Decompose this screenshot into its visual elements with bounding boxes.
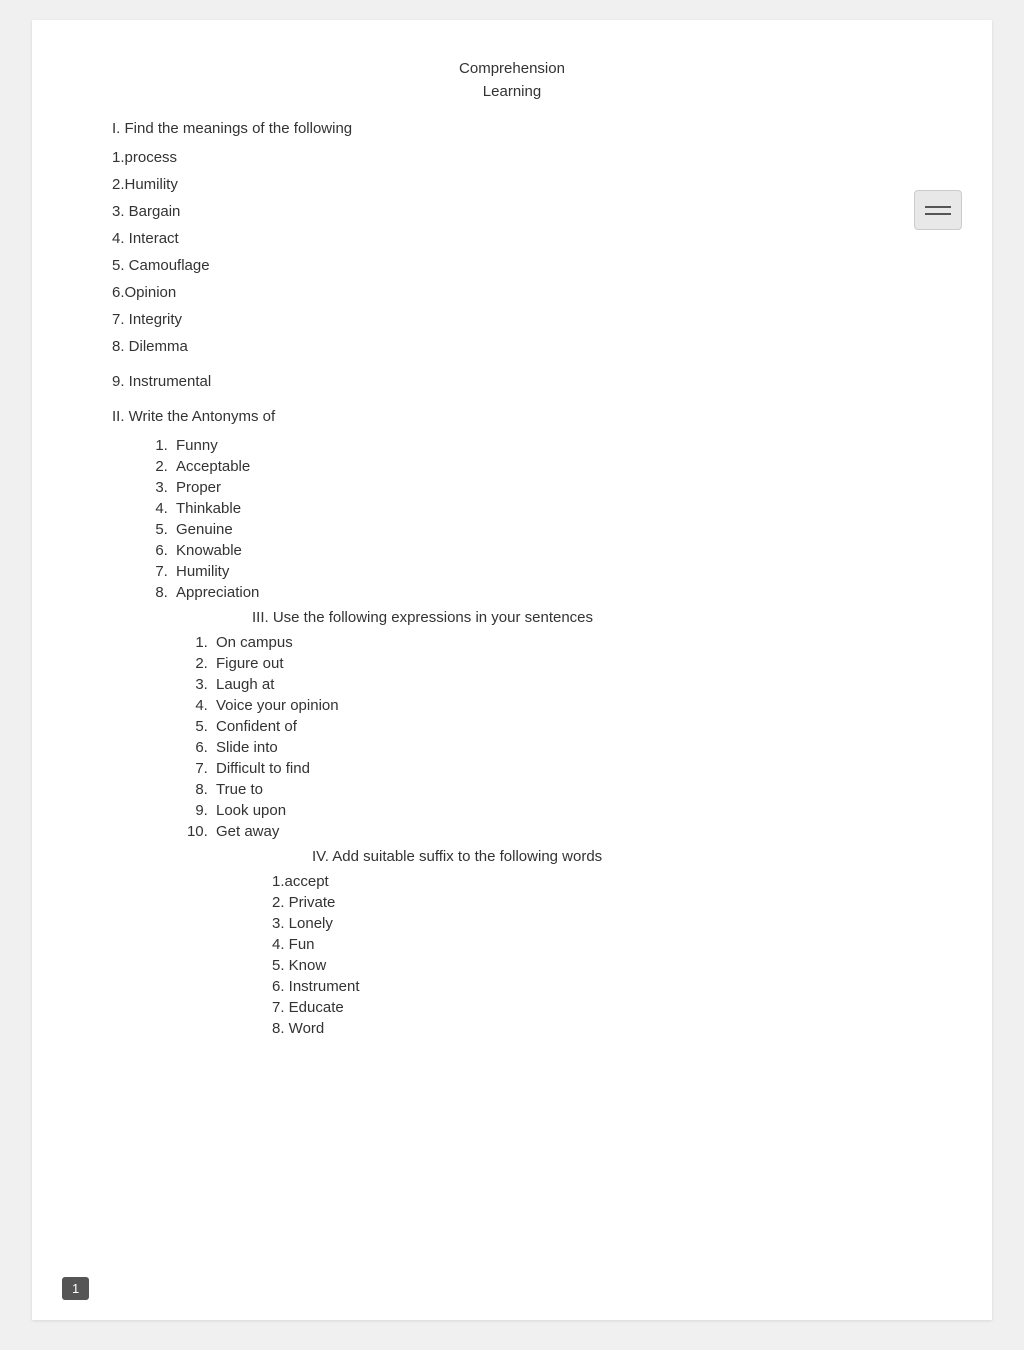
list-item: Acceptable <box>172 458 912 475</box>
antonyms-list: Funny Acceptable Proper Thinkable Genuin… <box>112 437 912 601</box>
list-item: Slide into <box>212 739 912 756</box>
list-item: 7. Integrity <box>112 311 912 328</box>
list-item: 8. Word <box>272 1020 912 1037</box>
section3-heading: III. Use the following expressions in yo… <box>112 609 912 626</box>
list-item: Funny <box>172 437 912 454</box>
list-item: Voice your opinion <box>212 697 912 714</box>
list-item: 8. Dilemma <box>112 338 912 355</box>
list-item: 1.process <box>112 149 912 166</box>
list-item: Confident of <box>212 718 912 735</box>
section1-heading: I. Find the meanings of the following <box>112 120 912 137</box>
list-item: Thinkable <box>172 500 912 517</box>
list-item: Genuine <box>172 521 912 538</box>
menu-icon[interactable] <box>914 190 962 230</box>
list-item: Appreciation <box>172 584 912 601</box>
expressions-list: On campus Figure out Laugh at Voice your… <box>112 634 912 840</box>
list-item: 3. Bargain <box>112 203 912 220</box>
list-item: Humility <box>172 563 912 580</box>
list-item: 2.Humility <box>112 176 912 193</box>
menu-line-1 <box>925 206 951 208</box>
list-item: 5. Know <box>272 957 912 974</box>
list-item: Look upon <box>212 802 912 819</box>
page-title: Comprehension <box>112 60 912 77</box>
list-item: Get away <box>212 823 912 840</box>
list-item: 9. Instrumental <box>112 373 912 390</box>
list-item: Figure out <box>212 655 912 672</box>
list-item: 4. Fun <box>272 936 912 953</box>
list-item: Knowable <box>172 542 912 559</box>
list-item: 1.accept <box>272 873 912 890</box>
list-item: Proper <box>172 479 912 496</box>
list-item: 6. Instrument <box>272 978 912 995</box>
page-container: Comprehension Learning I. Find the meani… <box>32 20 992 1320</box>
menu-line-2 <box>925 213 951 215</box>
list-item: True to <box>212 781 912 798</box>
list-item: 5. Camouflage <box>112 257 912 274</box>
list-item: Laugh at <box>212 676 912 693</box>
list-item: Difficult to find <box>212 760 912 777</box>
page-subtitle: Learning <box>112 83 912 100</box>
list-item: On campus <box>212 634 912 651</box>
suffix-list: 1.accept 2. Private 3. Lonely 4. Fun 5. … <box>112 873 912 1037</box>
list-item: 3. Lonely <box>272 915 912 932</box>
page-number: 1 <box>62 1277 89 1300</box>
list-item: 7. Educate <box>272 999 912 1016</box>
section4-heading: IV. Add suitable suffix to the following… <box>112 848 912 865</box>
list-item: 2. Private <box>272 894 912 911</box>
list-item: 4. Interact <box>112 230 912 247</box>
list-item: 6.Opinion <box>112 284 912 301</box>
section2-heading: II. Write the Antonyms of <box>112 408 912 425</box>
